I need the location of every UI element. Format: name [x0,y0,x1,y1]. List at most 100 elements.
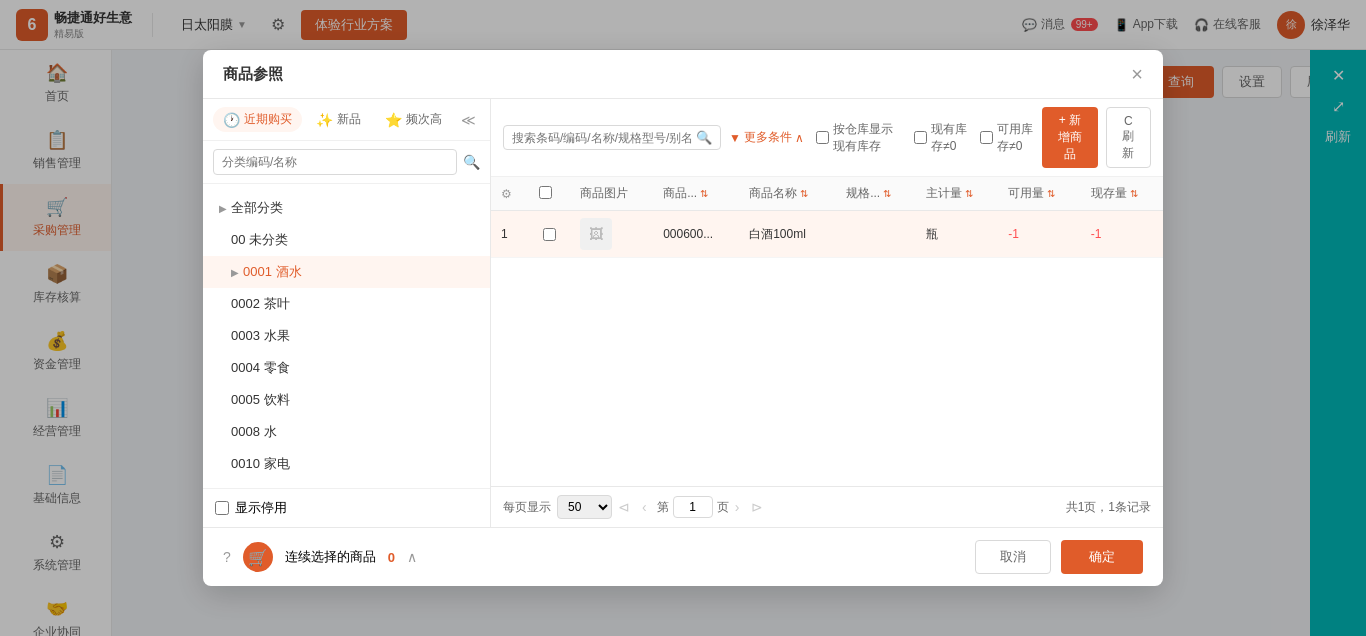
sort-icon-spec: ⇅ [883,188,891,199]
td-image: 🖼 [570,211,654,258]
th-code[interactable]: 商品...⇅ [653,177,739,211]
cat-item-all[interactable]: ▶ 全部分类 [203,192,490,224]
th-spec[interactable]: 规格...⇅ [836,177,916,211]
tab-frequent[interactable]: ⭐ 频次高 [375,107,452,132]
filter-checkboxes: 按仓库显示现有库存 现有库存≠0 可用库存≠0 [816,121,1034,155]
sort-icon-name: ⇅ [800,188,808,199]
cat-label-0001: 0001 酒水 [243,263,302,281]
cb-available-stock-label: 可用库存≠0 [997,121,1034,155]
help-icon[interactable]: ? [223,549,231,565]
first-page-button[interactable]: ⊲ [612,497,636,517]
category-search-icon[interactable]: 🔍 [463,154,480,170]
selected-count: 0 [388,550,395,565]
td-available: -1 [998,211,1080,258]
cb-available-stock[interactable]: 可用库存≠0 [980,121,1034,155]
cb-available-stock-input[interactable] [980,131,993,144]
row-checkbox[interactable] [543,228,556,241]
th-image: 商品图片 [570,177,654,211]
cat-item-0002[interactable]: 0002 茶叶 [203,288,490,320]
td-code: 000600... [653,211,739,258]
cat-label-all: 全部分类 [231,199,283,217]
cat-item-0010[interactable]: 0010 家电 [203,448,490,480]
product-search-input[interactable] [512,131,692,145]
search-icon[interactable]: 🔍 [696,130,712,145]
cb-warehouse[interactable]: 按仓库显示现有库存 [816,121,902,155]
cb-warehouse-input[interactable] [816,131,829,144]
cart-button[interactable]: 🛒 [243,542,273,572]
star-icon: ⭐ [385,112,402,128]
td-checkbox [529,211,570,258]
modal-left-panel: 🕐 近期购买 ✨ 新品 ⭐ 频次高 ≪ 🔍 ▶ [203,99,491,527]
modal-right-panel: 🔍 ▼ 更多条件 ∧ 按仓库显示现有库存 现有库存≠0 [491,99,1163,527]
page-input[interactable] [673,496,713,518]
modal-header: 商品参照 × [203,50,1163,99]
add-product-button[interactable]: + 新增商品 [1042,107,1097,168]
cb-warehouse-label: 按仓库显示现有库存 [833,121,902,155]
cat-label-0004: 0004 零食 [231,359,290,377]
cat-item-0008[interactable]: 0008 水 [203,416,490,448]
td-no: 1 [491,211,529,258]
page-label: 第 [657,499,669,516]
cancel-button[interactable]: 取消 [975,540,1051,574]
cat-item-00[interactable]: 00 未分类 [203,224,490,256]
cat-label-0005: 0005 饮料 [231,391,290,409]
tab-recent-label: 近期购买 [244,111,292,128]
footer-collapse-button[interactable]: ∧ [407,549,417,565]
selected-text: 连续选择的商品 [285,548,376,566]
filter-label: 更多条件 [744,129,792,146]
product-reference-modal: 商品参照 × 🕐 近期购买 ✨ 新品 ⭐ 频次高 ≪ [203,50,1163,586]
cb-nonzero-stock-input[interactable] [914,131,927,144]
cat-item-0005[interactable]: 0005 饮料 [203,384,490,416]
next-page-button[interactable]: › [729,497,746,517]
sort-icon-code: ⇅ [700,188,708,199]
th-stock[interactable]: 现存量⇅ [1081,177,1163,211]
th-available[interactable]: 可用量⇅ [998,177,1080,211]
cat-arrow-all: ▶ [219,203,227,214]
th-name[interactable]: 商品名称⇅ [739,177,836,211]
cb-nonzero-stock[interactable]: 现有库存≠0 [914,121,968,155]
product-thumbnail: 🖼 [580,218,612,250]
category-search-input[interactable] [213,149,457,175]
show-disabled-label: 显示停用 [235,499,287,517]
product-table: ⚙ 商品图片 商品...⇅ 商品名称⇅ 规格...⇅ 主计量⇅ 可用量⇅ 现存量… [491,177,1163,258]
cart-icon: 🛒 [248,548,268,567]
show-disabled-checkbox[interactable] [215,501,229,515]
tab-recent[interactable]: 🕐 近期购买 [213,107,302,132]
cat-label-0010: 0010 家电 [231,455,290,473]
modal-close-button[interactable]: × [1131,64,1143,84]
modal-refresh-button[interactable]: C 刷新 [1106,107,1151,168]
modal-body: 🕐 近期购买 ✨ 新品 ⭐ 频次高 ≪ 🔍 ▶ [203,99,1163,527]
prev-page-button[interactable]: ‹ [636,497,653,517]
cat-label-0008: 0008 水 [231,423,277,441]
filter-icon: ▼ [729,131,741,145]
cat-item-0001[interactable]: ▶ 0001 酒水 [203,256,490,288]
left-collapse-button[interactable]: ≪ [456,108,480,132]
cb-nonzero-stock-label: 现有库存≠0 [931,121,968,155]
modal-footer: ? 🛒 连续选择的商品 0 ∧ 取消 确定 [203,527,1163,586]
th-gear[interactable]: ⚙ [491,177,529,211]
toolbar-right: + 新增商品 C 刷新 [1042,107,1151,168]
sort-icon-unit: ⇅ [965,188,973,199]
category-search: 🔍 [203,141,490,184]
gear-icon[interactable]: ⚙ [501,187,512,201]
more-filter-button[interactable]: ▼ 更多条件 ∧ [729,129,804,146]
td-spec [836,211,916,258]
product-search-bar: 🔍 [503,125,721,150]
tab-frequent-label: 频次高 [406,111,442,128]
last-page-button[interactable]: ⊳ [745,497,769,517]
tab-new[interactable]: ✨ 新品 [306,107,371,132]
clock-icon: 🕐 [223,112,240,128]
cat-item-0004[interactable]: 0004 零食 [203,352,490,384]
tab-new-label: 新品 [337,111,361,128]
cat-item-0003[interactable]: 0003 水果 [203,320,490,352]
confirm-button[interactable]: 确定 [1061,540,1143,574]
td-stock: -1 [1081,211,1163,258]
sort-icon-available: ⇅ [1047,188,1055,199]
th-unit[interactable]: 主计量⇅ [916,177,998,211]
per-page-select[interactable]: 50 100 [557,495,612,519]
cat-label-0003: 0003 水果 [231,327,290,345]
select-all-checkbox[interactable] [539,186,552,199]
modal-toolbar: 🔍 ▼ 更多条件 ∧ 按仓库显示现有库存 现有库存≠0 [491,99,1163,177]
footer-buttons: 取消 确定 [975,540,1143,574]
table-row[interactable]: 1 🖼 000600... 白酒100ml 瓶 -1 [491,211,1163,258]
